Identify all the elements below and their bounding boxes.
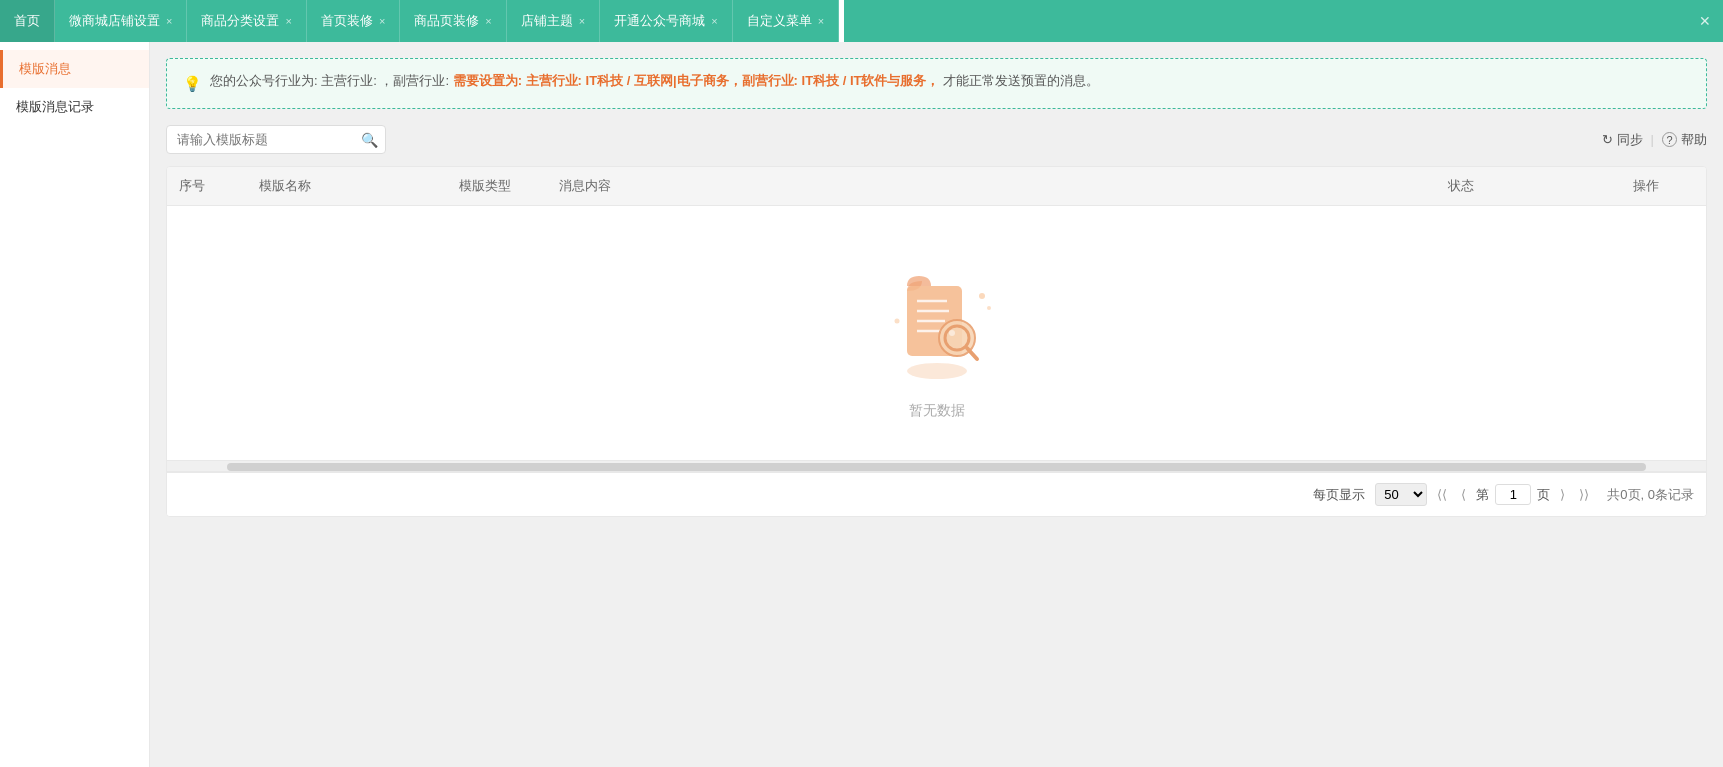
svg-point-11: [987, 306, 991, 310]
nav-tab-close[interactable]: ×: [166, 15, 172, 27]
pagination: 每页显示 50 10 20 100 ⟨⟨ ⟨ 第 页 ⟩ ⟩⟩ 共0页, 0条记…: [167, 472, 1706, 516]
nav-tab-home[interactable]: 首页: [0, 0, 55, 42]
divider: |: [1651, 132, 1654, 147]
nav-tab-theme[interactable]: 店铺主题 ×: [507, 0, 600, 42]
prev-page-button[interactable]: ⟨: [1457, 485, 1470, 504]
help-icon: ?: [1662, 132, 1677, 147]
search-bar: 🔍 ↻ 同步 | ? 帮助: [166, 125, 1707, 154]
nav-tab-close[interactable]: ×: [379, 15, 385, 27]
notice-highlight: 需要设置为: 主营行业: IT科技 / 互联网|电子商务，副营行业: IT科技 …: [453, 73, 940, 88]
col-status: 状态: [1436, 167, 1586, 205]
nav-tab-label: 商品分类设置: [201, 12, 279, 30]
table-header: 序号 模版名称 模版类型 消息内容 状态 操作: [167, 167, 1706, 206]
search-input-wrap: 🔍: [166, 125, 386, 154]
last-page-button[interactable]: ⟩⟩: [1575, 485, 1593, 504]
total-info: 共0页, 0条记录: [1607, 486, 1694, 504]
current-page-input[interactable]: [1495, 484, 1531, 505]
help-button[interactable]: ? 帮助: [1662, 131, 1707, 149]
nav-tab-weshop[interactable]: 微商城店铺设置 ×: [55, 0, 187, 42]
scrollbar-track: [227, 463, 1646, 471]
close-all-button[interactable]: ✕: [1687, 13, 1723, 29]
col-seq: 序号: [167, 167, 247, 205]
sync-icon: ↻: [1602, 132, 1613, 147]
page-prefix: 第: [1476, 486, 1489, 504]
nav-tab-close[interactable]: ×: [818, 15, 824, 27]
nav-tab-label: 首页装修: [321, 12, 373, 30]
svg-point-12: [894, 319, 899, 324]
svg-point-10: [979, 293, 985, 299]
nav-tab-close[interactable]: ×: [579, 15, 585, 27]
search-input[interactable]: [166, 125, 386, 154]
empty-text: 暂无数据: [909, 402, 965, 420]
notice-text: 您的公众号行业为: 主营行业: ，副营行业: 需要设置为: 主营行业: IT科技…: [210, 71, 1099, 92]
nav-tab-wechatshop[interactable]: 开通公众号商城 ×: [600, 0, 732, 42]
page-size-select[interactable]: 50 10 20 100: [1375, 483, 1427, 506]
empty-icon: [877, 266, 997, 386]
notice-icon: 💡: [183, 72, 202, 96]
svg-point-0: [907, 363, 967, 379]
next-page-button[interactable]: ⟩: [1556, 485, 1569, 504]
search-button[interactable]: 🔍: [361, 132, 378, 148]
sidebar: 模版消息模版消息记录: [0, 42, 150, 767]
nav-tab-close[interactable]: ×: [485, 15, 491, 27]
nav-tab-label: 开通公众号商城: [614, 12, 705, 30]
nav-tab-label: 自定义菜单: [747, 12, 812, 30]
nav-tab-custommenu[interactable]: 自定义菜单 ×: [733, 0, 839, 42]
nav-tab-homepage[interactable]: 首页装修 ×: [307, 0, 400, 42]
nav-tab-label: 店铺主题: [521, 12, 573, 30]
search-left: 🔍: [166, 125, 386, 154]
nav-tab-category[interactable]: 商品分类设置 ×: [187, 0, 306, 42]
col-content: 消息内容: [547, 167, 1436, 205]
nav-tab-label: 商品页装修: [414, 12, 479, 30]
nav-tab-close[interactable]: ×: [285, 15, 291, 27]
col-name: 模版名称: [247, 167, 447, 205]
page-size-label: 每页显示: [1313, 486, 1365, 504]
help-label: 帮助: [1681, 131, 1707, 149]
notice-banner: 💡 您的公众号行业为: 主营行业: ，副营行业: 需要设置为: 主营行业: IT…: [166, 58, 1707, 109]
empty-state: 暂无数据: [167, 206, 1706, 460]
svg-point-9: [949, 330, 955, 336]
sidebar-item-template-msg-record[interactable]: 模版消息记录: [0, 88, 149, 126]
first-page-button[interactable]: ⟨⟨: [1433, 485, 1451, 504]
nav-tab-templatemsg[interactable]: 公众号模版消息 ×: [839, 0, 843, 42]
page-suffix: 页: [1537, 486, 1550, 504]
sidebar-item-template-msg[interactable]: 模版消息: [0, 50, 149, 88]
data-table: 序号 模版名称 模版类型 消息内容 状态 操作: [166, 166, 1707, 517]
top-nav: 首页微商城店铺设置 ×商品分类设置 ×首页装修 ×商品页装修 ×店铺主题 ×开通…: [0, 0, 1723, 42]
notice-suffix: 才能正常发送预置的消息。: [943, 73, 1099, 88]
nav-tab-close[interactable]: ×: [711, 15, 717, 27]
main-layout: 模版消息模版消息记录 💡 您的公众号行业为: 主营行业: ，副营行业: 需要设置…: [0, 42, 1723, 767]
horizontal-scrollbar[interactable]: [167, 460, 1706, 472]
nav-tab-productpage[interactable]: 商品页装修 ×: [400, 0, 506, 42]
col-type: 模版类型: [447, 167, 547, 205]
content-area: 💡 您的公众号行业为: 主营行业: ，副营行业: 需要设置为: 主营行业: IT…: [150, 42, 1723, 767]
nav-tab-label: 首页: [14, 12, 40, 30]
col-action: 操作: [1586, 167, 1706, 205]
nav-tab-label: 微商城店铺设置: [69, 12, 160, 30]
sync-label: 同步: [1617, 131, 1643, 149]
sync-button[interactable]: ↻ 同步: [1602, 131, 1643, 149]
search-right: ↻ 同步 | ? 帮助: [1602, 131, 1707, 149]
notice-prefix: 您的公众号行业为: 主营行业: ，副营行业:: [210, 73, 453, 88]
